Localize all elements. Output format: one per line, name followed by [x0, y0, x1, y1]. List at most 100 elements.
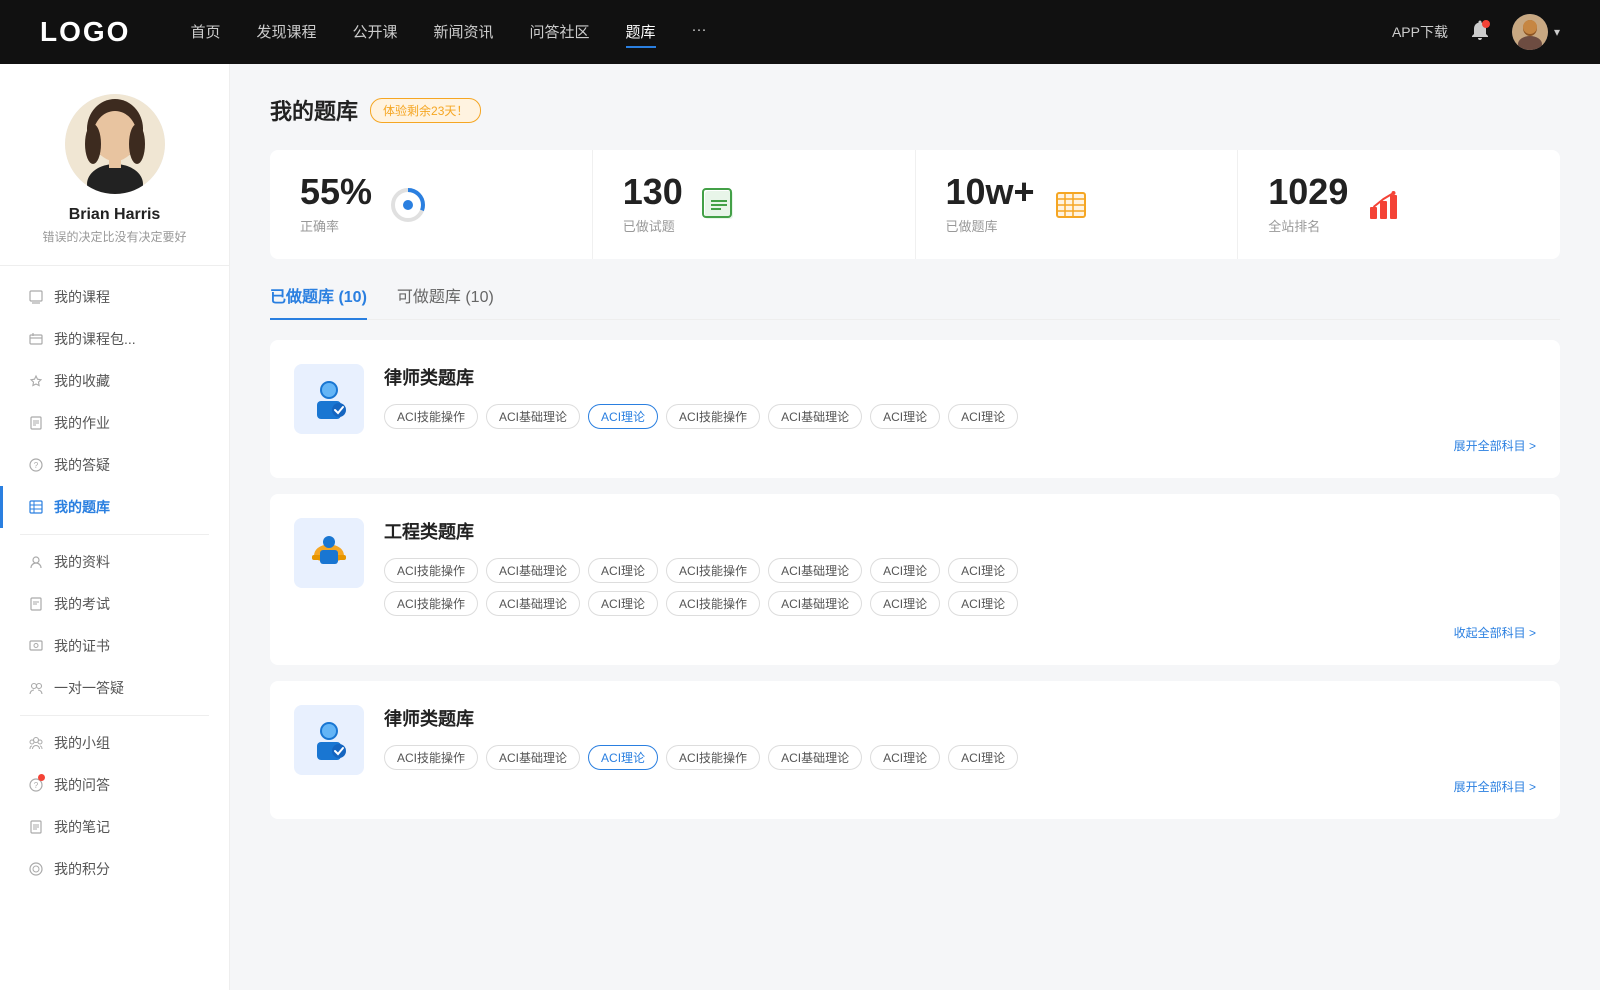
sidebar-item-certificates-label: 我的证书 [54, 636, 110, 656]
expand-link-lawyer-2[interactable]: 展开全部科目 > [384, 778, 1536, 795]
exams-icon [28, 596, 44, 612]
sidebar-item-one-on-one[interactable]: 一对一答疑 [0, 667, 229, 709]
sidebar-item-profile[interactable]: 我的资料 [0, 541, 229, 583]
eng-tag-r2-1[interactable]: ACI基础理论 [486, 591, 580, 616]
one-on-one-icon [28, 680, 44, 696]
l2-tag-6[interactable]: ACI理论 [948, 745, 1018, 770]
sidebar-item-exams-label: 我的考试 [54, 594, 110, 614]
sidebar-item-answers[interactable]: ? 我的问答 [0, 764, 229, 806]
rank-icon [1364, 185, 1404, 225]
eng-tag-r2-3[interactable]: ACI技能操作 [666, 591, 760, 616]
sidebar-item-homework[interactable]: 我的作业 [0, 402, 229, 444]
lawyer-qbank-1-tags: ACI技能操作 ACI基础理论 ACI理论 ACI技能操作 ACI基础理论 AC… [384, 404, 1536, 429]
tag-1[interactable]: ACI基础理论 [486, 404, 580, 429]
l2-tag-1[interactable]: ACI基础理论 [486, 745, 580, 770]
sidebar-item-notes-label: 我的笔记 [54, 817, 110, 837]
tag-4[interactable]: ACI基础理论 [768, 404, 862, 429]
trial-badge: 体验剩余23天！ [370, 98, 481, 123]
tag-5[interactable]: ACI理论 [870, 404, 940, 429]
sidebar-item-points[interactable]: 我的积分 [0, 848, 229, 890]
tab-done[interactable]: 已做题库 (10) [270, 283, 367, 319]
accuracy-chart-icon [388, 185, 428, 225]
stats-row: 55% 正确率 130 已做试题 [270, 150, 1560, 259]
qbank-card-lawyer-2: 律师类题库 ACI技能操作 ACI基础理论 ACI理论 ACI技能操作 ACI基… [270, 681, 1560, 819]
user-avatar-nav[interactable]: ▾ [1512, 14, 1560, 50]
tag-6[interactable]: ACI理论 [948, 404, 1018, 429]
nav-news[interactable]: 新闻资讯 [434, 17, 494, 48]
nav-home[interactable]: 首页 [190, 17, 220, 48]
notification-bell-icon[interactable] [1468, 18, 1492, 47]
sidebar-item-qbank[interactable]: 我的题库 [0, 486, 229, 528]
sidebar-item-qa[interactable]: ? 我的答疑 [0, 444, 229, 486]
engineer-qbank-tags-1: ACI技能操作 ACI基础理论 ACI理论 ACI技能操作 ACI基础理论 AC… [384, 558, 1536, 583]
main-content: 我的题库 体验剩余23天！ 55% 正确率 [230, 64, 1600, 990]
stat-rank-value: 1029 [1268, 174, 1348, 210]
app-download-link[interactable]: APP下载 [1392, 22, 1448, 42]
qbank-icon [28, 499, 44, 515]
l2-tag-4[interactable]: ACI基础理论 [768, 745, 862, 770]
expand-link-lawyer-1[interactable]: 展开全部科目 > [384, 437, 1536, 454]
l2-tag-2[interactable]: ACI理论 [588, 745, 658, 770]
logo[interactable]: LOGO [40, 16, 130, 48]
sidebar-item-group[interactable]: 我的小组 [0, 722, 229, 764]
lawyer-qbank-2-title: 律师类题库 [384, 705, 1536, 731]
eng-tag-r1-6[interactable]: ACI理论 [948, 558, 1018, 583]
stat-questions-done: 130 已做试题 [593, 150, 916, 259]
stat-rank-label: 全站排名 [1268, 216, 1348, 235]
sidebar-item-course-packages[interactable]: 我的课程包... [0, 318, 229, 360]
stat-accuracy-value: 55% [300, 174, 372, 210]
sidebar-divider-2 [20, 715, 209, 716]
stat-banks-done: 10w+ 已做题库 [916, 150, 1239, 259]
eng-tag-r2-4[interactable]: ACI基础理论 [768, 591, 862, 616]
engineer-qbank-title: 工程类题库 [384, 518, 1536, 544]
tag-2[interactable]: ACI理论 [588, 404, 658, 429]
nav-chevron-icon: ▾ [1554, 25, 1560, 39]
l2-tag-3[interactable]: ACI技能操作 [666, 745, 760, 770]
eng-tag-r2-0[interactable]: ACI技能操作 [384, 591, 478, 616]
sidebar-item-homework-label: 我的作业 [54, 413, 110, 433]
collapse-link-engineer[interactable]: 收起全部科目 > [384, 624, 1536, 641]
eng-tag-r2-6[interactable]: ACI理论 [948, 591, 1018, 616]
tabs-row: 已做题库 (10) 可做题库 (10) [270, 283, 1560, 320]
lawyer-qbank-1-info: 律师类题库 ACI技能操作 ACI基础理论 ACI理论 ACI技能操作 ACI基… [384, 364, 1536, 454]
sidebar-item-courses[interactable]: 我的课程 [0, 276, 229, 318]
engineer-qbank-info: 工程类题库 ACI技能操作 ACI基础理论 ACI理论 ACI技能操作 ACI基… [384, 518, 1536, 641]
page-header: 我的题库 体验剩余23天！ [270, 94, 1560, 126]
eng-tag-r1-4[interactable]: ACI基础理论 [768, 558, 862, 583]
course-packages-icon [28, 331, 44, 347]
group-icon [28, 735, 44, 751]
eng-tag-r1-3[interactable]: ACI技能操作 [666, 558, 760, 583]
qa-icon: ? [28, 457, 44, 473]
sidebar-item-group-label: 我的小组 [54, 733, 110, 753]
sidebar: Brian Harris 错误的决定比没有决定要好 我的课程 我的课程包... [0, 64, 230, 990]
user-profile: Brian Harris 错误的决定比没有决定要好 [0, 94, 229, 266]
eng-tag-r2-2[interactable]: ACI理论 [588, 591, 658, 616]
sidebar-item-exams[interactable]: 我的考试 [0, 583, 229, 625]
sidebar-item-favorites[interactable]: 我的收藏 [0, 360, 229, 402]
homework-icon [28, 415, 44, 431]
l2-tag-5[interactable]: ACI理论 [870, 745, 940, 770]
tag-0[interactable]: ACI技能操作 [384, 404, 478, 429]
nav-qbank[interactable]: 题库 [626, 17, 656, 48]
sidebar-divider-1 [20, 534, 209, 535]
lawyer-qbank-icon-2 [294, 705, 364, 775]
sidebar-item-one-on-one-label: 一对一答疑 [54, 678, 124, 698]
nav-qa[interactable]: 问答社区 [530, 17, 590, 48]
eng-tag-r2-5[interactable]: ACI理论 [870, 591, 940, 616]
nav-opencourse[interactable]: 公开课 [352, 17, 397, 48]
eng-tag-r1-0[interactable]: ACI技能操作 [384, 558, 478, 583]
user-name: Brian Harris [69, 206, 161, 224]
tab-available[interactable]: 可做题库 (10) [397, 283, 494, 319]
sidebar-item-notes[interactable]: 我的笔记 [0, 806, 229, 848]
sidebar-item-points-label: 我的积分 [54, 859, 110, 879]
tag-3[interactable]: ACI技能操作 [666, 404, 760, 429]
sidebar-item-certificates[interactable]: 我的证书 [0, 625, 229, 667]
nav-more[interactable]: ··· [692, 17, 707, 48]
sidebar-item-favorites-label: 我的收藏 [54, 371, 110, 391]
nav-menu: 首页 发现课程 公开课 新闻资讯 问答社区 题库 ··· [190, 17, 1392, 48]
nav-discover[interactable]: 发现课程 [256, 17, 316, 48]
eng-tag-r1-5[interactable]: ACI理论 [870, 558, 940, 583]
l2-tag-0[interactable]: ACI技能操作 [384, 745, 478, 770]
eng-tag-r1-2[interactable]: ACI理论 [588, 558, 658, 583]
eng-tag-r1-1[interactable]: ACI基础理论 [486, 558, 580, 583]
